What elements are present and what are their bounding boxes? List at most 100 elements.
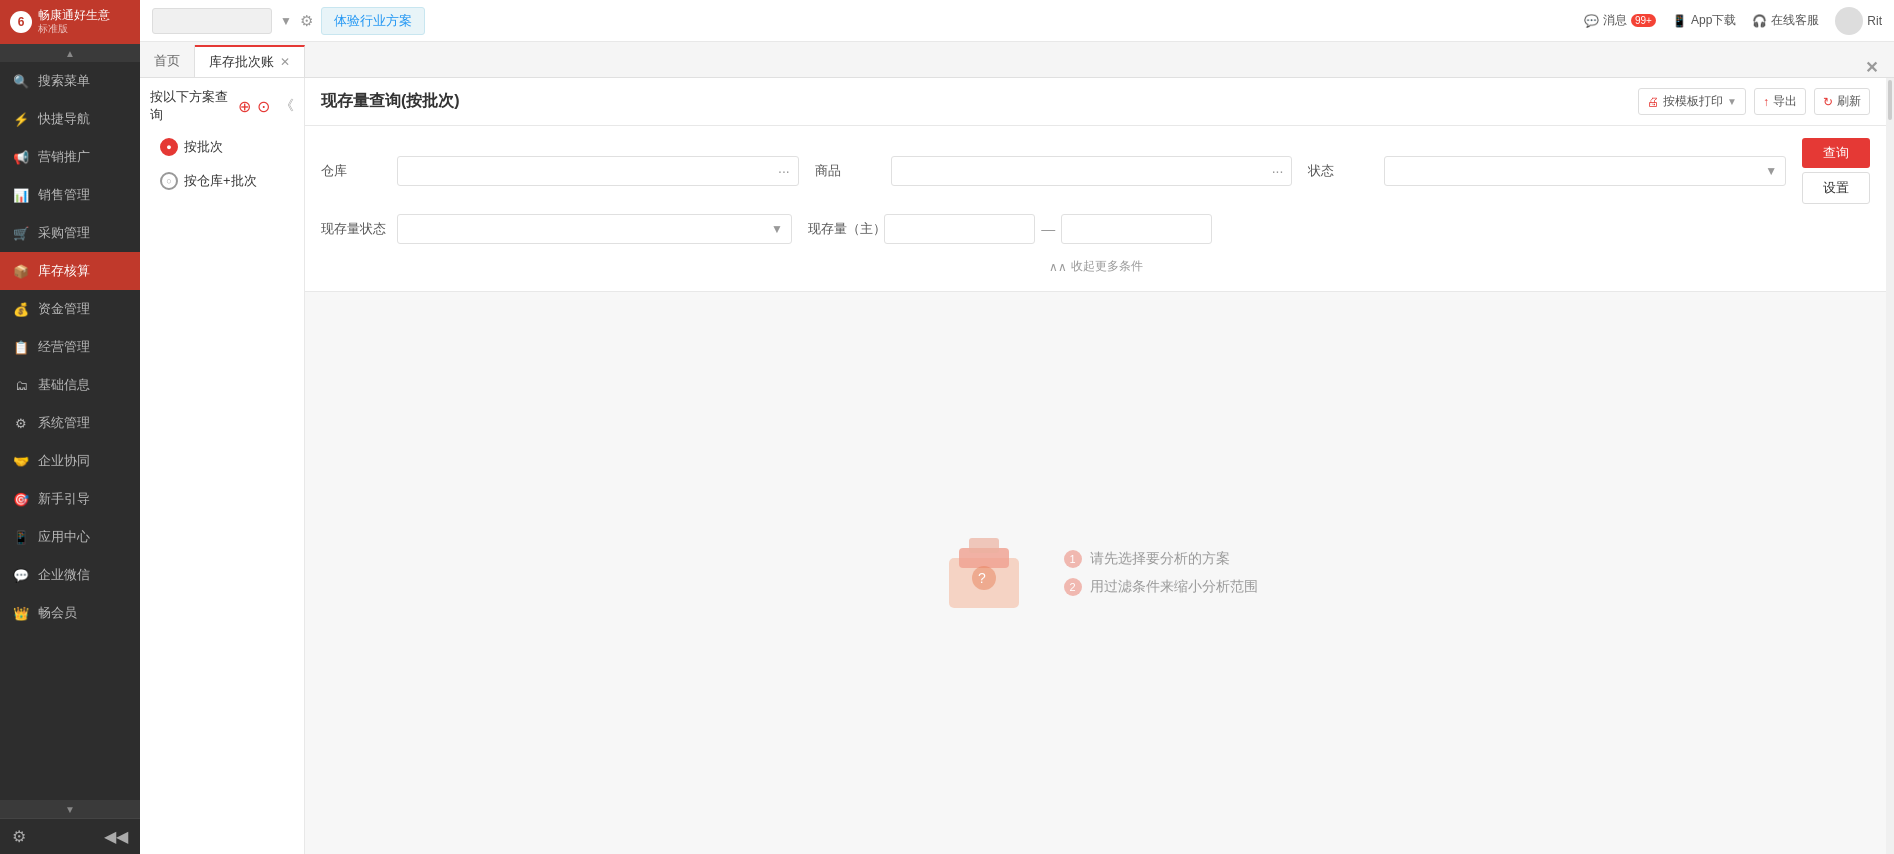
sidebar-item-business[interactable]: 📋 经营管理 [0, 328, 140, 366]
nav-icon-sales: 📊 [12, 186, 30, 204]
plan-label-warehouse-batch: 按仓库+批次 [184, 172, 257, 190]
sidebar-item-marketing[interactable]: 📢 营销推广 [0, 138, 140, 176]
tabbar: 首页 库存批次账 ✕ ✕ [140, 42, 1894, 78]
sidebar-item-sales[interactable]: 📊 销售管理 [0, 176, 140, 214]
sidebar-item-wechat[interactable]: 💬 企业微信 [0, 556, 140, 594]
sidebar-item-finance[interactable]: 💰 资金管理 [0, 290, 140, 328]
hint-text-1: 请先选择要分析的方案 [1090, 550, 1230, 568]
sidebar-item-newbie[interactable]: 🎯 新手引导 [0, 480, 140, 518]
nav-label-inventory: 库存核算 [38, 262, 90, 280]
print-button[interactable]: 🖨 按模板打印 ▼ [1638, 88, 1746, 115]
topbar-right: 💬 消息 99+ 📱 App下载 🎧 在线客服 Rit [1584, 7, 1882, 35]
right-scrolltrack[interactable] [1886, 78, 1894, 854]
settings-plan-icon[interactable]: ⊙ [257, 97, 270, 116]
content-area: 按以下方案查询 ⊕ ⊙ 《 ● 按批次 ○ 按仓库+批次 现存量查询(按批次) [140, 78, 1894, 854]
status-dropdown-icon[interactable]: ▼ [1765, 164, 1777, 178]
nav-label-appstore: 应用中心 [38, 528, 90, 546]
user-profile[interactable]: Rit [1835, 7, 1882, 35]
warehouse-filter: 仓库 ··· [321, 156, 799, 186]
plan-item-warehouse-batch[interactable]: ○ 按仓库+批次 [140, 164, 304, 198]
sidebar-item-quicknav[interactable]: ⚡ 快捷导航 [0, 100, 140, 138]
product-input[interactable]: ··· [891, 156, 1293, 186]
right-content: 现存量查询(按批次) 🖨 按模板打印 ▼ ↑ 导出 ↻ 刷新 [305, 78, 1886, 854]
warehouse-more-icon[interactable]: ··· [778, 163, 790, 179]
message-action[interactable]: 💬 消息 99+ [1584, 12, 1656, 29]
nav-icon-appstore: 📱 [12, 528, 30, 546]
add-plan-icon[interactable]: ⊕ [238, 97, 251, 116]
message-label: 消息 [1603, 12, 1627, 29]
user-avatar [1835, 7, 1863, 35]
export-button[interactable]: ↑ 导出 [1754, 88, 1806, 115]
nav-label-enterprise: 企业协同 [38, 452, 90, 470]
export-label: 导出 [1773, 93, 1797, 110]
sidebar-item-system[interactable]: ⚙ 系统管理 [0, 404, 140, 442]
stock-status-input[interactable]: ▼ [397, 214, 792, 244]
online-service-action[interactable]: 🎧 在线客服 [1752, 12, 1819, 29]
nav-label-basic: 基础信息 [38, 376, 90, 394]
status-filter: 状态 ▼ [1308, 156, 1786, 186]
left-panel-collapse-icon[interactable]: 《 [280, 97, 294, 115]
tab-home[interactable]: 首页 [140, 45, 195, 77]
stock-qty-min-input[interactable] [884, 214, 1035, 244]
sidebar-item-basic[interactable]: 🗂 基础信息 [0, 366, 140, 404]
status-input[interactable]: ▼ [1384, 156, 1786, 186]
nav-label-purchase: 采购管理 [38, 224, 90, 242]
collapse-label: 收起更多条件 [1071, 258, 1143, 275]
refresh-button[interactable]: ↻ 刷新 [1814, 88, 1870, 115]
nav-label-finance: 资金管理 [38, 300, 90, 318]
sidebar-collapse-icon[interactable]: ◀◀ [104, 827, 128, 846]
sidebar-item-appstore[interactable]: 📱 应用中心 [0, 518, 140, 556]
tab-batch-label: 库存批次账 [209, 53, 274, 71]
plan-icon-warehouse-batch: ○ [160, 172, 178, 190]
topbar-gear-icon[interactable]: ⚙ [300, 12, 313, 30]
nav-icon-quicknav: ⚡ [12, 110, 30, 128]
collapse-chevron-icon: ∧∧ [1049, 260, 1067, 274]
left-panel-actions: ⊕ ⊙ 《 [238, 97, 294, 116]
topbar-chevron-icon[interactable]: ▼ [280, 14, 292, 28]
plan-item-batch[interactable]: ● 按批次 [140, 130, 304, 164]
nav-label-marketing: 营销推广 [38, 148, 90, 166]
nav-label-business: 经营管理 [38, 338, 90, 356]
warehouse-input[interactable]: ··· [397, 156, 799, 186]
filter-area: 仓库 ··· 商品 ··· 状态 [305, 126, 1886, 292]
main-area: ▼ ⚙ 体验行业方案 💬 消息 99+ 📱 App下载 🎧 在线客服 Rit [140, 0, 1894, 854]
scroll-down-btn[interactable]: ▼ [0, 800, 140, 818]
sidebar-item-search[interactable]: 🔍 搜索菜单 [0, 62, 140, 100]
sidebar-item-enterprise[interactable]: 🤝 企业协同 [0, 442, 140, 480]
settings-gear-icon[interactable]: ⚙ [12, 827, 26, 846]
page-header: 现存量查询(按批次) 🖨 按模板打印 ▼ ↑ 导出 ↻ 刷新 [305, 78, 1886, 126]
collapse-more-btn[interactable]: ∧∧ 收起更多条件 [321, 254, 1870, 279]
app-logo: 6 [10, 11, 32, 33]
stock-status-dropdown-icon[interactable]: ▼ [771, 222, 783, 236]
tab-panel-close-icon[interactable]: ✕ [1857, 58, 1886, 77]
nav-label-wechat: 企业微信 [38, 566, 90, 584]
product-more-icon[interactable]: ··· [1272, 163, 1284, 179]
nav-icon-basic: 🗂 [12, 376, 30, 394]
industry-plan-button[interactable]: 体验行业方案 [321, 7, 425, 35]
nav-icon-marketing: 📢 [12, 148, 30, 166]
left-panel-header: 按以下方案查询 ⊕ ⊙ 《 [140, 78, 304, 130]
sidebar-item-member[interactable]: 👑 畅会员 [0, 594, 140, 632]
set-button[interactable]: 设置 [1802, 172, 1870, 204]
sidebar: 6 畅康通好生意 标准版 ▲ 🔍 搜索菜单 ⚡ 快捷导航 📢 营销推广 📊 销售… [0, 0, 140, 854]
warehouse-label: 仓库 [321, 162, 391, 180]
sidebar-item-inventory[interactable]: 📦 库存核算 [0, 252, 140, 290]
empty-hint-1: 1 请先选择要分析的方案 [1064, 550, 1258, 568]
stock-qty-dash: — [1041, 221, 1055, 237]
user-name: Rit [1867, 14, 1882, 28]
stock-qty-filter: 现存量（主） — [808, 214, 1279, 244]
scroll-up-btn[interactable]: ▲ [0, 44, 140, 62]
query-button[interactable]: 查询 [1802, 138, 1870, 168]
sidebar-item-purchase[interactable]: 🛒 采购管理 [0, 214, 140, 252]
topbar-search-input[interactable] [152, 8, 272, 34]
print-dropdown-icon[interactable]: ▼ [1727, 96, 1737, 107]
print-label: 按模板打印 [1663, 93, 1723, 110]
app-download-action[interactable]: 📱 App下载 [1672, 12, 1736, 29]
nav-icon-purchase: 🛒 [12, 224, 30, 242]
tab-close-icon[interactable]: ✕ [280, 55, 290, 69]
stock-qty-max-input[interactable] [1061, 214, 1212, 244]
export-icon: ↑ [1763, 95, 1769, 109]
sidebar-bottom: ⚙ ◀◀ [0, 818, 140, 854]
tab-batch[interactable]: 库存批次账 ✕ [195, 45, 305, 77]
stock-qty-label: 现存量（主） [808, 220, 878, 238]
